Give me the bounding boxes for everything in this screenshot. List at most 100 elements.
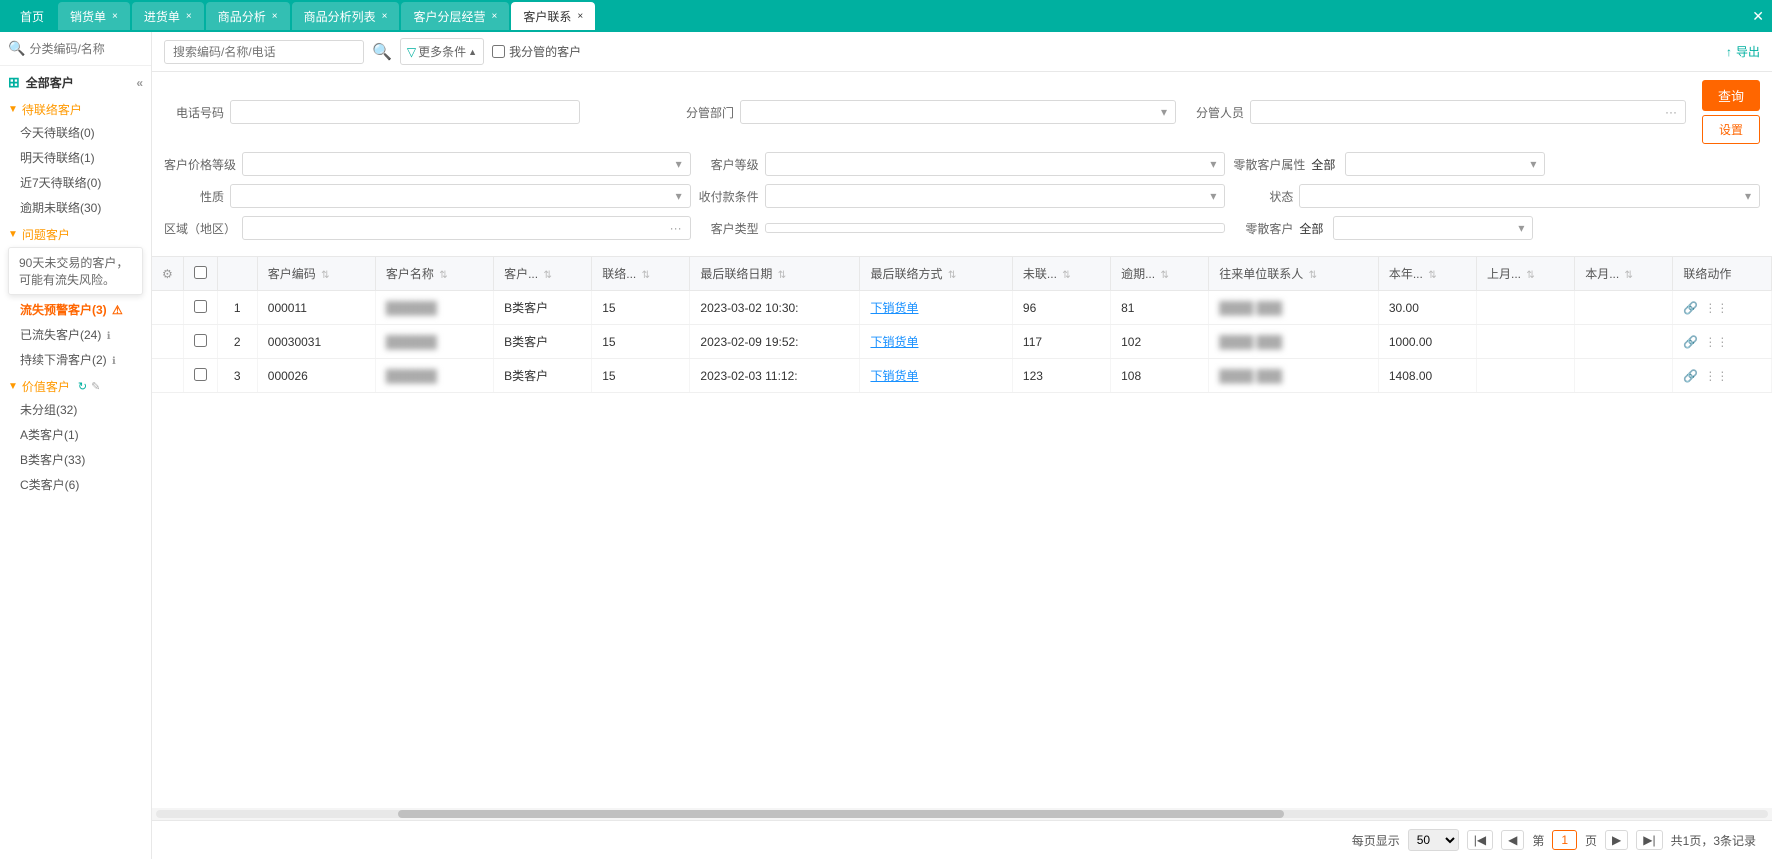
- select-all-checkbox[interactable]: [194, 266, 207, 279]
- close-purchase-tab[interactable]: ×: [186, 11, 192, 22]
- close-customer-contact-tab[interactable]: ×: [577, 11, 583, 22]
- sidebar-item-ungroup[interactable]: 未分组(32): [0, 397, 151, 422]
- zero-attr-label: 零散客户属性: [1233, 156, 1305, 173]
- info-icon: ℹ: [107, 331, 111, 342]
- zero-cust-select[interactable]: ▾: [1333, 216, 1533, 240]
- row-last-month-0: [1477, 291, 1575, 325]
- scrollbar-thumb[interactable]: [398, 810, 1285, 818]
- payment-select[interactable]: ▾: [765, 184, 1226, 208]
- setting-button[interactable]: 设置: [1702, 115, 1760, 144]
- col-year[interactable]: 本年... ⇅: [1378, 257, 1476, 291]
- filter-row-3: 性质 ▾ 收付款条件 ▾ 状态: [164, 184, 1760, 208]
- sidebar-item-churned[interactable]: 已流失客户(24) ℹ: [0, 322, 151, 347]
- row-checkbox-0[interactable]: [194, 300, 207, 313]
- sidebar-collapse-btn[interactable]: «: [136, 76, 143, 90]
- col-last-method[interactable]: 最后联络方式 ⇅: [860, 257, 1012, 291]
- prev-page-btn[interactable]: ◀: [1501, 830, 1524, 850]
- refresh-icon[interactable]: ↻: [78, 380, 87, 393]
- sidebar-group-pending[interactable]: ▼ 待联络客户: [0, 95, 151, 120]
- col-gear[interactable]: ⚙: [152, 257, 183, 291]
- last-page-btn[interactable]: ▶|: [1636, 830, 1662, 850]
- tab-home[interactable]: 首页: [8, 2, 56, 30]
- phone-input[interactable]: [230, 100, 580, 124]
- col-name[interactable]: 客户名称 ⇅: [375, 257, 493, 291]
- col-this-month[interactable]: 本月... ⇅: [1575, 257, 1673, 291]
- sidebar-group-value[interactable]: ▼ 价值客户 ↻ ✎: [0, 372, 151, 397]
- close-sales-tab[interactable]: ×: [112, 11, 118, 22]
- horizontal-scrollbar[interactable]: [152, 808, 1772, 820]
- query-button[interactable]: 查询: [1702, 80, 1760, 111]
- row-last-method-1[interactable]: 下销货单: [860, 325, 1012, 359]
- close-all-tabs[interactable]: ✕: [1752, 8, 1764, 25]
- tab-sales[interactable]: 销货单 ×: [58, 2, 130, 30]
- my-customers-checkbox[interactable]: 我分管的客户: [492, 43, 581, 60]
- sidebar-search-input[interactable]: [29, 42, 152, 56]
- sidebar-item-churn-warning[interactable]: 流失预警客户(3) ⚠: [0, 297, 151, 322]
- edit-icon[interactable]: ✎: [91, 380, 100, 393]
- col-contacts[interactable]: 往来单位联系人 ⇅: [1209, 257, 1379, 291]
- next-page-btn[interactable]: ▶: [1605, 830, 1628, 850]
- first-page-btn[interactable]: |◀: [1467, 830, 1493, 850]
- action-link-icon-0[interactable]: 🔗: [1683, 301, 1698, 315]
- sidebar-item-today[interactable]: 今天待联络(0): [0, 120, 151, 145]
- person-dots[interactable]: ···: [1665, 105, 1677, 119]
- close-analysis-tab[interactable]: ×: [272, 11, 278, 22]
- sidebar-item-7days[interactable]: 近7天待联络(0): [0, 170, 151, 195]
- col-unlink[interactable]: 未联... ⇅: [1012, 257, 1110, 291]
- sidebar-root[interactable]: ⊞ 全部客户 «: [0, 66, 151, 95]
- status-select[interactable]: ▾: [1299, 184, 1760, 208]
- action-more-icon-1[interactable]: ⋮⋮: [1704, 335, 1728, 349]
- col-last-date[interactable]: 最后联络日期 ⇅: [690, 257, 860, 291]
- col-last-month[interactable]: 上月... ⇅: [1477, 257, 1575, 291]
- method-link-2[interactable]: 下销货单: [870, 369, 918, 383]
- action-link-icon-2[interactable]: 🔗: [1683, 369, 1698, 383]
- gender-select[interactable]: ▾: [230, 184, 691, 208]
- sidebar-group-problem[interactable]: ▼ 问题客户: [0, 220, 151, 245]
- region-dots[interactable]: ···: [670, 221, 682, 235]
- col-code[interactable]: 客户编码 ⇅: [257, 257, 375, 291]
- tab-purchase[interactable]: 进货单 ×: [132, 2, 204, 30]
- sidebar-item-tomorrow[interactable]: 明天待联络(1): [0, 145, 151, 170]
- row-last-method-0[interactable]: 下销货单: [860, 291, 1012, 325]
- sidebar-item-a-class[interactable]: A类客户(1): [0, 422, 151, 447]
- tab-analysis[interactable]: 商品分析 ×: [206, 2, 290, 30]
- row-type-0: B类客户: [494, 291, 592, 325]
- close-analysis-list-tab[interactable]: ×: [382, 11, 388, 22]
- dept-select[interactable]: ▾: [740, 100, 1176, 124]
- scrollbar-track: [156, 810, 1768, 818]
- search-input[interactable]: [164, 40, 364, 64]
- my-customers-check[interactable]: [492, 45, 505, 58]
- sidebar-item-overdue[interactable]: 逾期未联络(30): [0, 195, 151, 220]
- zero-attr-select[interactable]: ▾: [1345, 152, 1545, 176]
- action-more-icon-2[interactable]: ⋮⋮: [1704, 369, 1728, 383]
- method-link-1[interactable]: 下销货单: [870, 335, 918, 349]
- sidebar-item-declining[interactable]: 持续下滑客户(2) ℹ: [0, 347, 151, 372]
- col-contact-cnt[interactable]: 联络... ⇅: [592, 257, 690, 291]
- method-link-0[interactable]: 下销货单: [870, 301, 918, 315]
- person-select[interactable]: ···: [1250, 100, 1686, 124]
- per-page-select[interactable]: 50 100 200: [1408, 829, 1459, 851]
- col-type[interactable]: 客户... ⇅: [494, 257, 592, 291]
- close-customer-layer-tab[interactable]: ×: [491, 11, 497, 22]
- sidebar-item-c-class[interactable]: C类客户(6): [0, 472, 151, 497]
- tab-customer-contact[interactable]: 客户联系 ×: [511, 2, 595, 30]
- sidebar-item-b-class[interactable]: B类客户(33): [0, 447, 151, 472]
- region-select[interactable]: ···: [242, 216, 691, 240]
- cust-type-select[interactable]: [765, 223, 1226, 233]
- sort-name-icon: ⇅: [439, 270, 447, 281]
- action-link-icon-1[interactable]: 🔗: [1683, 335, 1698, 349]
- col-overdue[interactable]: 逾期... ⇅: [1111, 257, 1209, 291]
- export-button[interactable]: ↑ 导出: [1726, 43, 1760, 60]
- action-more-icon-0[interactable]: ⋮⋮: [1704, 301, 1728, 315]
- price-select[interactable]: ▾: [242, 152, 691, 176]
- tab-customer-layer[interactable]: 客户分层经营 ×: [401, 2, 509, 30]
- row-checkbox-1[interactable]: [194, 334, 207, 347]
- row-last-method-2[interactable]: 下销货单: [860, 359, 1012, 393]
- gender-chevron-icon: ▾: [676, 189, 682, 203]
- table-header-row: ⚙ 客户编码 ⇅ 客户名称 ⇅: [152, 257, 1772, 291]
- tab-analysis-list[interactable]: 商品分析列表 ×: [292, 2, 400, 30]
- row-checkbox-2[interactable]: [194, 368, 207, 381]
- search-button[interactable]: 🔍: [372, 42, 392, 62]
- more-conditions-btn[interactable]: ▽ 更多条件 ▲: [400, 38, 484, 65]
- level-select[interactable]: ▾: [765, 152, 1226, 176]
